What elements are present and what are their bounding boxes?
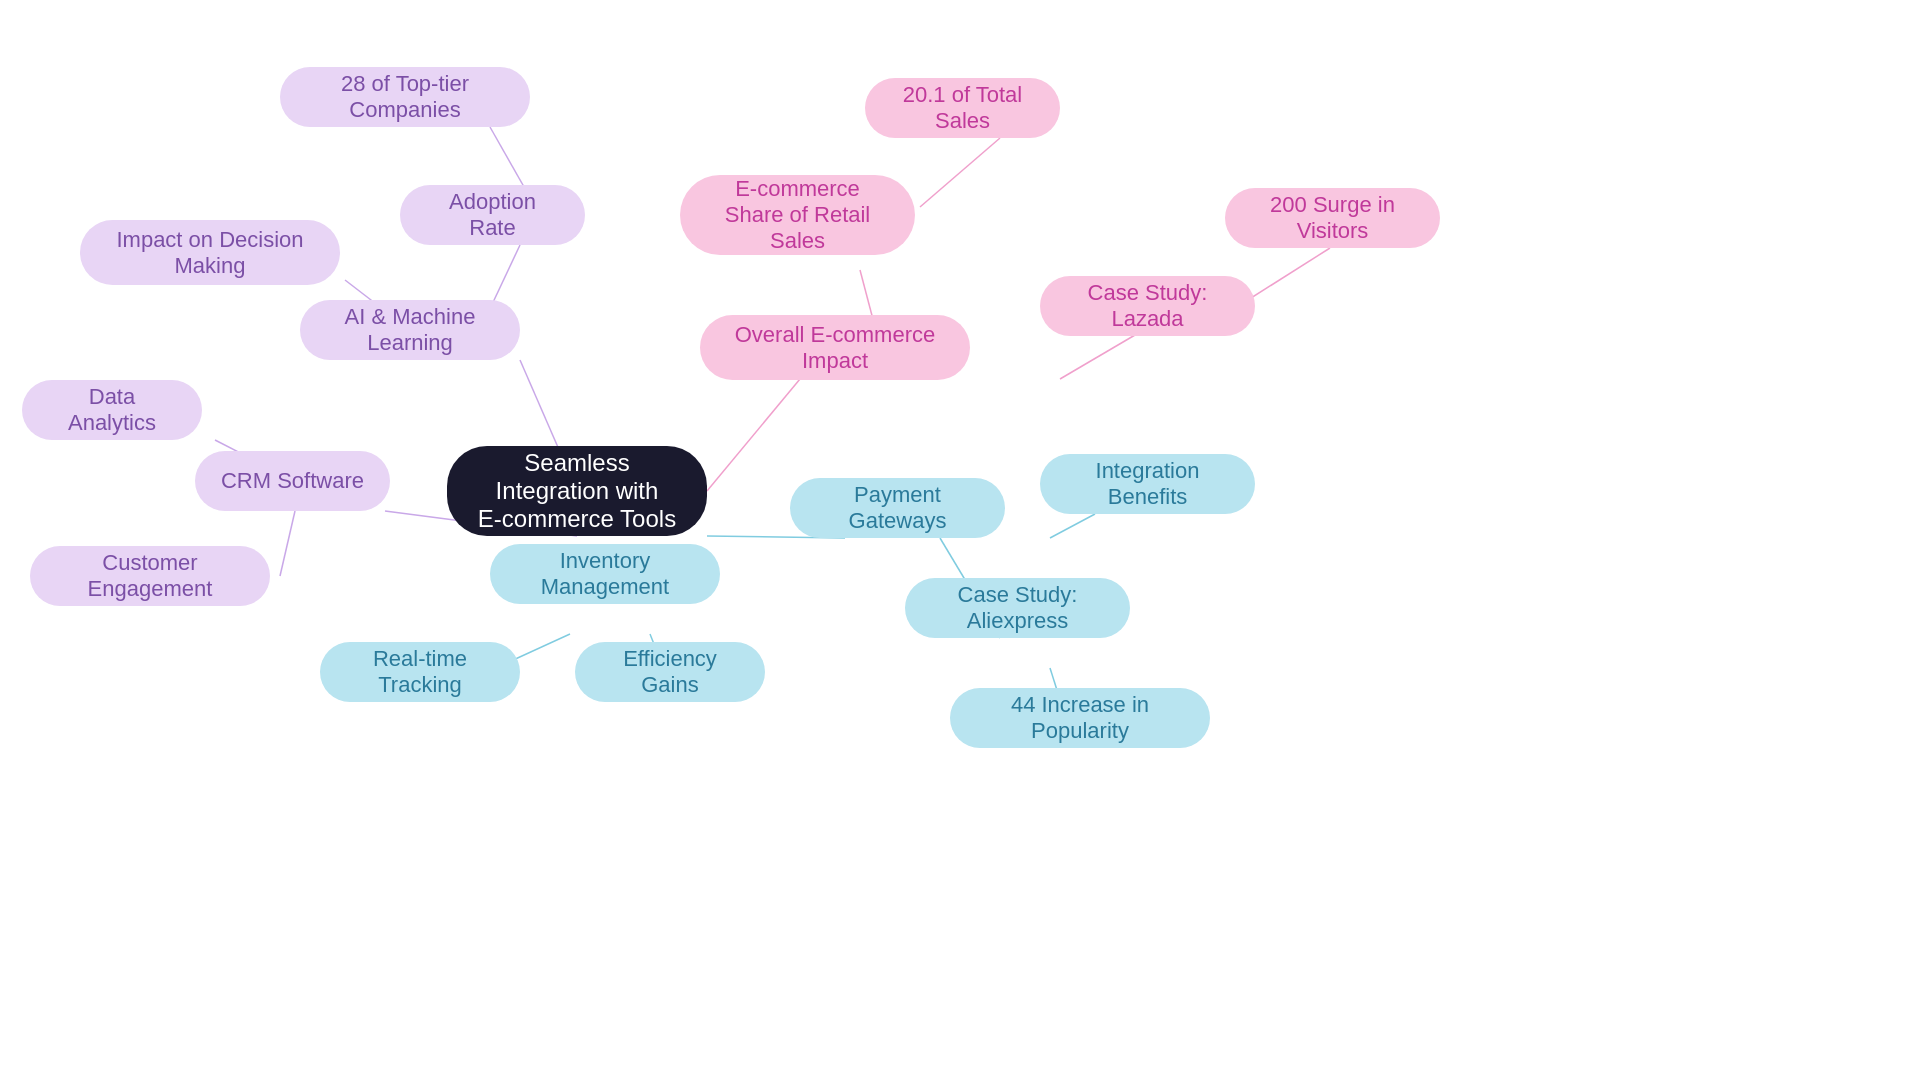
efficiency-gains-node: Efficiency Gains xyxy=(575,642,765,702)
case-lazada-label: Case Study: Lazada xyxy=(1064,280,1231,332)
inventory-label: Inventory Management xyxy=(514,548,696,600)
payment-gateways-label: Payment Gateways xyxy=(814,482,981,534)
adoption-rate-node: Adoption Rate xyxy=(400,185,585,245)
realtime-tracking-label: Real-time Tracking xyxy=(344,646,496,698)
surge-visitors-label: 200 Surge in Visitors xyxy=(1249,192,1416,244)
overall-ecommerce-label: Overall E-commerce Impact xyxy=(724,322,946,374)
overall-ecommerce-node: Overall E-commerce Impact xyxy=(700,315,970,380)
adoption-rate-label: Adoption Rate xyxy=(424,189,561,241)
center-node: Seamless Integration withE-commerce Tool… xyxy=(447,446,707,536)
center-label: Seamless Integration withE-commerce Tool… xyxy=(471,449,683,533)
increase-popularity-node: 44 Increase in Popularity xyxy=(950,688,1210,748)
customer-engagement-label: Customer Engagement xyxy=(54,550,246,602)
top-tier-node: 28 of Top-tier Companies xyxy=(280,67,530,127)
data-analytics-node: Data Analytics xyxy=(22,380,202,440)
integration-benefits-label: Integration Benefits xyxy=(1064,458,1231,510)
realtime-tracking-node: Real-time Tracking xyxy=(320,642,520,702)
customer-engagement-node: Customer Engagement xyxy=(30,546,270,606)
surge-visitors-node: 200 Surge in Visitors xyxy=(1225,188,1440,248)
data-analytics-label: Data Analytics xyxy=(46,384,178,436)
ecommerce-share-node: E-commerce Share of RetailSales xyxy=(680,175,915,255)
efficiency-gains-label: Efficiency Gains xyxy=(599,646,741,698)
crm-label: CRM Software xyxy=(221,468,364,494)
inventory-node: Inventory Management xyxy=(490,544,720,604)
svg-line-10 xyxy=(1060,335,1135,379)
svg-line-9 xyxy=(920,138,1000,207)
integration-benefits-node: Integration Benefits xyxy=(1040,454,1255,514)
total-sales-node: 20.1 of Total Sales xyxy=(865,78,1060,138)
increase-popularity-label: 44 Increase in Popularity xyxy=(974,692,1186,744)
case-aliexpress-label: Case Study: Aliexpress xyxy=(929,582,1106,634)
top-tier-label: 28 of Top-tier Companies xyxy=(304,71,506,123)
case-lazada-node: Case Study: Lazada xyxy=(1040,276,1255,336)
svg-line-7 xyxy=(707,379,800,491)
ai-ml-label: AI & Machine Learning xyxy=(324,304,496,356)
ai-ml-node: AI & Machine Learning xyxy=(300,300,520,360)
impact-decision-node: Impact on Decision Making xyxy=(80,220,340,285)
svg-line-13 xyxy=(1050,514,1095,538)
svg-line-6 xyxy=(280,511,295,576)
ecommerce-share-label: E-commerce Share of RetailSales xyxy=(704,176,891,254)
case-aliexpress-node: Case Study: Aliexpress xyxy=(905,578,1130,638)
impact-decision-label: Impact on Decision Making xyxy=(104,227,316,279)
payment-gateways-node: Payment Gateways xyxy=(790,478,1005,538)
total-sales-label: 20.1 of Total Sales xyxy=(889,82,1036,134)
crm-node: CRM Software xyxy=(195,451,390,511)
